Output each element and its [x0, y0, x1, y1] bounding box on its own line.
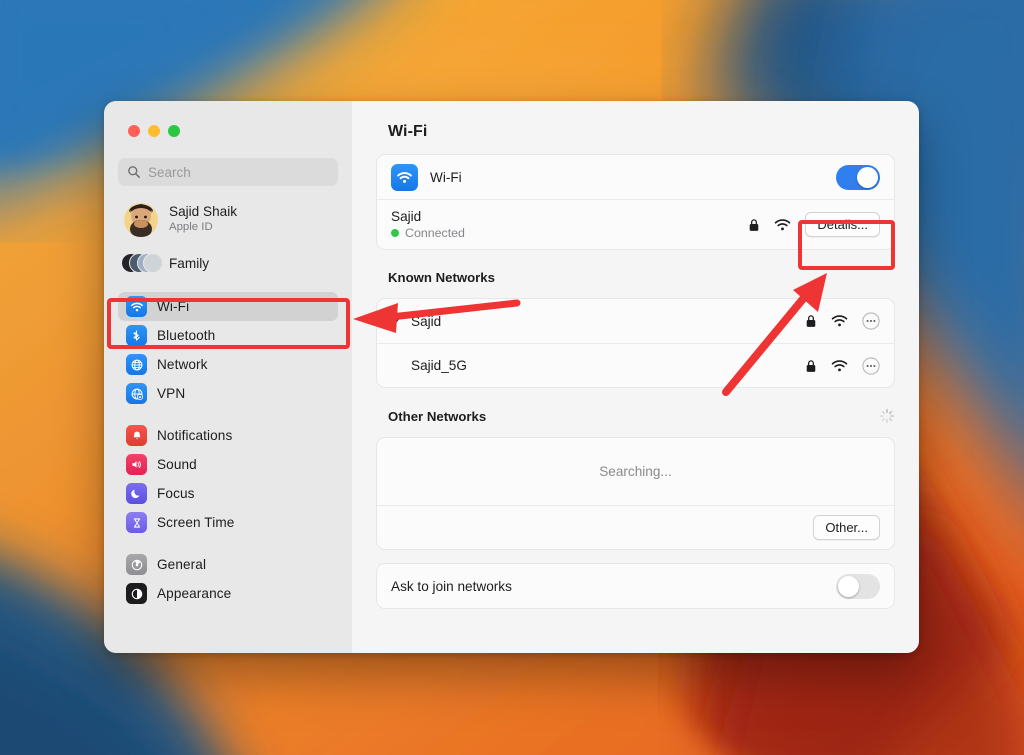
window-controls — [114, 101, 342, 137]
searching-label: Searching... — [599, 464, 672, 479]
sidebar-item-sound[interactable]: Sound — [118, 450, 338, 479]
sidebar-item-bluetooth[interactable]: Bluetooth — [118, 321, 338, 350]
sidebar-item-label: Bluetooth — [157, 328, 216, 343]
sidebar-group-system: Notifications Sound Focus Screen Time — [114, 421, 342, 537]
current-network-row: Sajid Connected Details... — [377, 199, 894, 249]
zoom-button[interactable] — [168, 125, 180, 137]
connected-status-dot — [391, 229, 399, 237]
page-title: Wi-Fi — [388, 123, 428, 140]
lock-icon — [806, 315, 816, 327]
network-globe-icon — [126, 354, 147, 375]
speaker-icon — [126, 454, 147, 475]
sidebar-item-label: VPN — [157, 386, 186, 401]
sidebar-item-label: Wi-Fi — [157, 299, 190, 314]
wifi-card: Wi-Fi Sajid Connected Details... — [376, 154, 895, 250]
family-avatars-icon — [121, 250, 163, 276]
known-networks-card: ✓ Sajid Sajid_5G — [376, 298, 895, 388]
sidebar-item-family[interactable]: Family — [118, 244, 338, 282]
known-networks-heading: Known Networks — [388, 270, 495, 285]
sidebar-item-vpn[interactable]: VPN — [118, 379, 338, 408]
wifi-row-label: Wi-Fi — [430, 169, 462, 185]
sidebar-item-appearance[interactable]: Appearance — [118, 579, 338, 608]
sidebar-item-label: Sound — [157, 457, 197, 472]
search-icon — [128, 166, 140, 178]
search-input[interactable]: Search — [118, 158, 338, 186]
family-label: Family — [169, 255, 210, 271]
sidebar-item-label: Notifications — [157, 428, 233, 443]
sidebar-group-network: Wi-Fi Bluetooth Network VPN — [114, 292, 342, 408]
sidebar-item-label: General — [157, 557, 207, 572]
gear-icon — [126, 554, 147, 575]
wifi-toggle-row: Wi-Fi — [377, 155, 894, 199]
table-row[interactable]: ✓ Sajid — [377, 299, 894, 343]
other-networks-card: Searching... Other... — [376, 437, 895, 550]
table-row[interactable]: Sajid_5G — [377, 343, 894, 387]
sidebar-item-screen-time[interactable]: Screen Time — [118, 508, 338, 537]
wifi-signal-icon — [831, 315, 848, 327]
ask-to-join-row: Ask to join networks — [377, 564, 894, 608]
connected-label: Connected — [405, 226, 465, 240]
avatar — [124, 203, 158, 237]
network-name: Sajid — [411, 313, 442, 329]
wifi-toggle[interactable] — [836, 164, 880, 190]
sidebar-item-general[interactable]: General — [118, 550, 338, 579]
account-name: Sajid Shaik — [169, 204, 238, 220]
wifi-signal-icon — [831, 359, 848, 371]
ask-to-join-toggle[interactable] — [836, 573, 880, 599]
moon-icon — [126, 483, 147, 504]
other-button[interactable]: Other... — [813, 515, 880, 540]
sidebar-item-network[interactable]: Network — [118, 350, 338, 379]
sidebar-nav: Wi-Fi Bluetooth Network VPN Notification… — [114, 292, 342, 608]
other-networks-heading-row: Other Networks — [376, 388, 895, 424]
checkmark-icon: ✓ — [391, 312, 403, 329]
wifi-signal-icon — [775, 218, 791, 230]
bluetooth-icon — [126, 325, 147, 346]
bell-icon — [126, 425, 147, 446]
ask-to-join-card: Ask to join networks — [376, 563, 895, 609]
sidebar-group-general: General Appearance — [114, 550, 342, 608]
vpn-globe-icon — [126, 383, 147, 404]
sidebar-item-apple-id[interactable]: Sajid Shaik Apple ID — [118, 198, 338, 242]
current-network-name: Sajid — [391, 209, 422, 224]
loading-spinner-icon — [879, 408, 895, 424]
other-networks-heading: Other Networks — [388, 408, 487, 424]
lock-icon — [750, 218, 759, 231]
sidebar-item-label: Appearance — [157, 586, 232, 601]
close-button[interactable] — [128, 125, 140, 137]
sidebar-item-wi-fi[interactable]: Wi-Fi — [118, 292, 338, 321]
minimize-button[interactable] — [148, 125, 160, 137]
sidebar-item-focus[interactable]: Focus — [118, 479, 338, 508]
sidebar: Search Sajid Shaik Apple ID Family Wi-Fi… — [104, 101, 352, 653]
other-networks-actions: Other... — [377, 505, 894, 549]
hourglass-icon — [126, 512, 147, 533]
sidebar-item-label: Focus — [157, 486, 195, 501]
search-placeholder: Search — [148, 164, 191, 180]
sidebar-item-label: Screen Time — [157, 515, 235, 530]
system-settings-window: Search Sajid Shaik Apple ID Family Wi-Fi… — [104, 101, 919, 653]
more-options-icon[interactable] — [862, 356, 880, 375]
lock-icon — [806, 359, 816, 372]
sidebar-item-label: Network — [157, 357, 208, 372]
main-content: Wi-Fi Wi-Fi Sajid Connected Details... K… — [352, 101, 919, 653]
appearance-icon — [126, 583, 147, 604]
network-name: Sajid_5G — [411, 358, 467, 373]
sidebar-item-notifications[interactable]: Notifications — [118, 421, 338, 450]
more-options-icon[interactable] — [862, 312, 880, 330]
wifi-icon — [391, 163, 418, 191]
details-button[interactable]: Details... — [805, 212, 880, 237]
current-network-status: Connected — [391, 226, 748, 240]
wifi-icon — [126, 296, 147, 317]
ask-to-join-label: Ask to join networks — [391, 578, 512, 594]
account-subtitle: Apple ID — [169, 221, 213, 234]
